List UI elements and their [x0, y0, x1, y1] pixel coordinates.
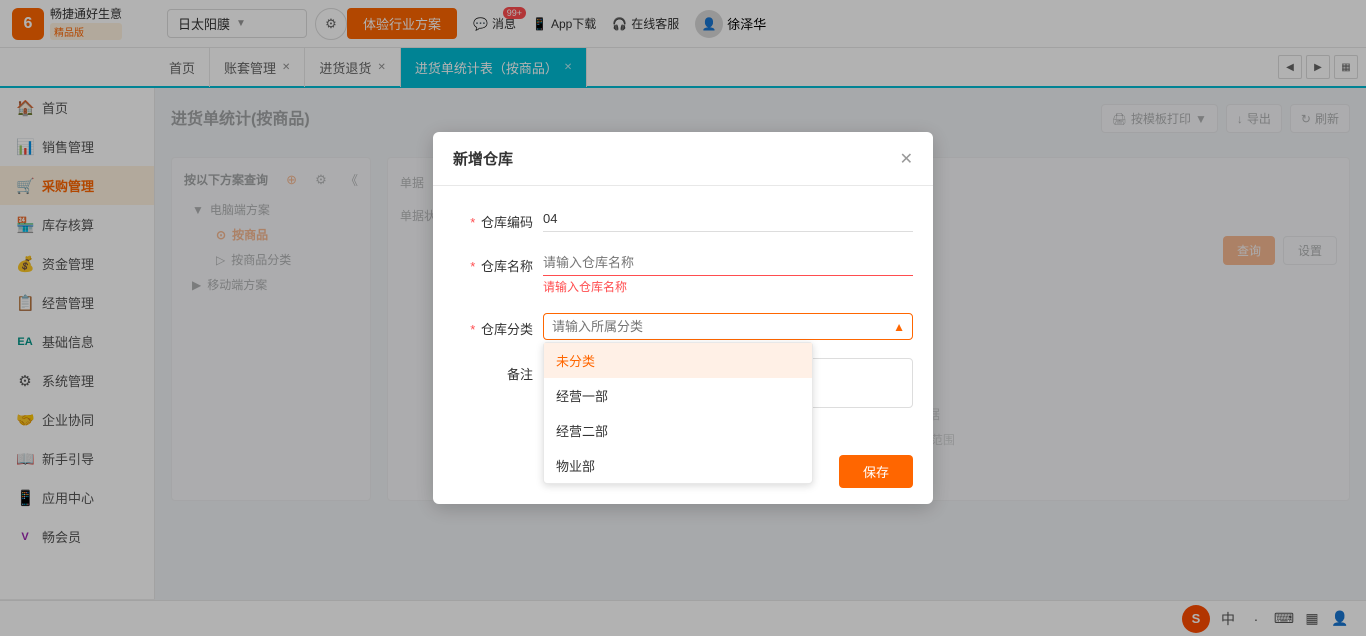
code-input[interactable]	[543, 206, 913, 232]
notes-label: 备注	[453, 358, 533, 383]
dropdown-item-uncategorized[interactable]: 未分类	[544, 343, 812, 378]
modal-header: 新增仓库 ✕	[433, 132, 933, 186]
modal-overlay: 新增仓库 ✕ * 仓库编码 * 仓库名称	[0, 0, 1366, 636]
dropdown-item-dept1[interactable]: 经营一部	[544, 378, 812, 413]
category-dropdown: 未分类 经营一部 经营二部 物业部	[543, 342, 813, 484]
category-input[interactable]	[543, 313, 913, 340]
form-row-name: * 仓库名称 请输入仓库名称	[453, 250, 913, 295]
code-label: * 仓库编码	[453, 206, 533, 231]
modal-title: 新增仓库	[453, 148, 513, 169]
category-control: ▲ 未分类 经营一部 经营二部 物业部	[543, 313, 913, 340]
form-row-code: * 仓库编码	[453, 206, 913, 232]
name-label: * 仓库名称	[453, 250, 533, 275]
name-control: 请输入仓库名称	[543, 250, 913, 295]
dropdown-item-dept3[interactable]: 物业部	[544, 448, 812, 483]
form-row-category: * 仓库分类 ▲ 未分类 经营一部 经营二部 物业部	[453, 313, 913, 340]
dropdown-item-dept2[interactable]: 经营二部	[544, 413, 812, 448]
name-error-msg: 请输入仓库名称	[543, 278, 913, 295]
required-mark: *	[470, 215, 475, 230]
modal-new-warehouse: 新增仓库 ✕ * 仓库编码 * 仓库名称	[433, 132, 933, 504]
save-button[interactable]: 保存	[839, 455, 913, 488]
code-control	[543, 206, 913, 232]
modal-close-button[interactable]: ✕	[900, 149, 913, 169]
category-label: * 仓库分类	[453, 313, 533, 338]
required-mark-2: *	[470, 259, 475, 274]
modal-body: * 仓库编码 * 仓库名称 请输入仓库名称	[433, 186, 933, 445]
name-input[interactable]	[543, 250, 913, 276]
required-mark-3: *	[470, 322, 475, 337]
